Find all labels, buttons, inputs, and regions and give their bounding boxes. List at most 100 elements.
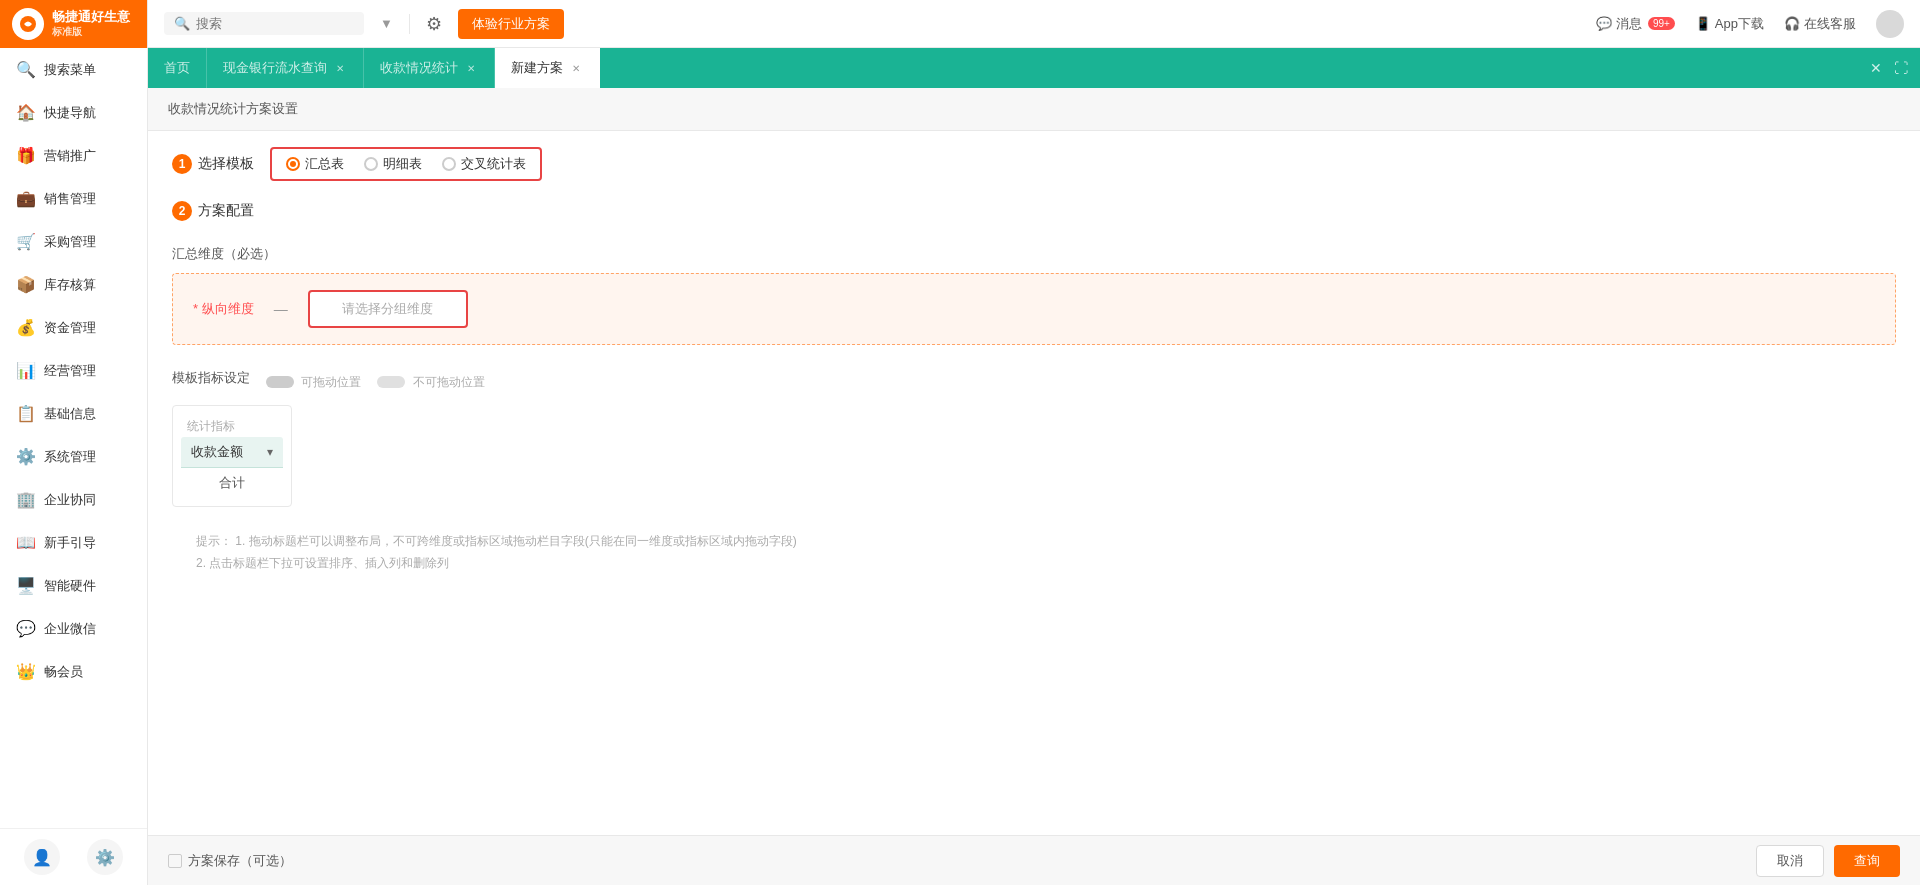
sidebar-item-purchase[interactable]: 🛒 采购管理 <box>0 220 147 263</box>
trial-industry-button[interactable]: 体验行业方案 <box>458 9 564 39</box>
bottom-bar: 方案保存（可选） 取消 查询 <box>148 835 1920 885</box>
sidebar-item-finance[interactable]: 💰 资金管理 <box>0 306 147 349</box>
app-download-item[interactable]: 📱 App下载 <box>1695 15 1764 33</box>
search-input[interactable] <box>196 16 346 31</box>
logo-icon <box>12 8 44 40</box>
tab-collection-stat[interactable]: 收款情况统计 ✕ <box>364 48 495 88</box>
radio-detail-circle <box>364 157 378 171</box>
page-content-area: 收款情况统计方案设置 1 选择模板 汇总表 明细表 <box>148 88 1920 885</box>
tab-new-plan[interactable]: 新建方案 ✕ <box>495 48 600 88</box>
metrics-tag-dropdown-icon: ▾ <box>267 445 273 459</box>
topbar-right: 💬 消息 99+ 📱 App下载 🎧 在线客服 <box>1596 10 1904 38</box>
cancel-button[interactable]: 取消 <box>1756 845 1824 877</box>
bottom-actions: 取消 查询 <box>1756 845 1900 877</box>
metrics-stats-label: 统计指标 <box>181 414 283 437</box>
sidebar-item-operation[interactable]: 📊 经营管理 <box>0 349 147 392</box>
notification-icon: 💬 <box>1596 16 1612 31</box>
step2-section: 2 方案配置 汇总维度（必选） * 纵向维度 — 请选择分组维度 <box>148 201 1920 602</box>
finance-icon: 💰 <box>16 318 36 337</box>
sidebar-item-base-info[interactable]: 📋 基础信息 <box>0 392 147 435</box>
step1-badge: 1 <box>172 154 192 174</box>
user-avatar[interactable] <box>1876 10 1904 38</box>
step2-badge: 2 <box>172 201 192 221</box>
tab-close-bank-flow[interactable]: ✕ <box>333 61 347 75</box>
system-icon: ⚙️ <box>16 447 36 466</box>
tab-home[interactable]: 首页 <box>148 48 207 88</box>
sidebar-nav: 🔍 搜索菜单 🏠 快捷导航 🎁 营销推广 💼 销售管理 🛒 采购管理 📦 库存核… <box>0 48 147 828</box>
sales-icon: 💼 <box>16 189 36 208</box>
tab-close-all-icon[interactable]: ✕ <box>1870 60 1882 76</box>
dimension-area: 汇总维度（必选） * 纵向维度 — 请选择分组维度 <box>172 233 1896 357</box>
app-logo: 畅捷通好生意 标准版 <box>0 0 147 48</box>
sidebar-item-hardware[interactable]: 🖥️ 智能硬件 <box>0 564 147 607</box>
sidebar-footer: 👤 ⚙️ <box>0 828 147 885</box>
guide-icon: 📖 <box>16 533 36 552</box>
purchase-icon: 🛒 <box>16 232 36 251</box>
sidebar-item-wechat[interactable]: 💬 企业微信 <box>0 607 147 650</box>
dimension-title: 汇总维度（必选） <box>172 245 1896 263</box>
main-area: 🔍 ▼ ⚙ 体验行业方案 💬 消息 99+ 📱 App下载 🎧 在线客服 <box>148 0 1920 885</box>
sidebar-item-quick-nav[interactable]: 🏠 快捷导航 <box>0 91 147 134</box>
online-service-item[interactable]: 🎧 在线客服 <box>1784 15 1856 33</box>
tabbar: 首页 现金银行流水查询 ✕ 收款情况统计 ✕ 新建方案 ✕ ✕ ⛶ <box>148 48 1920 88</box>
page-content: 收款情况统计方案设置 1 选择模板 汇总表 明细表 <box>148 88 1920 835</box>
topbar-dropdown-icon[interactable]: ▼ <box>380 16 393 31</box>
radio-detail[interactable]: 明细表 <box>364 155 422 173</box>
radio-summary-circle <box>286 157 300 171</box>
gift-icon: 🎁 <box>16 146 36 165</box>
arrow-icon: — <box>274 301 288 317</box>
save-option[interactable]: 方案保存（可选） <box>168 852 292 870</box>
metrics-header-row: 模板指标设定 可拖动位置 不可拖动位置 <box>172 369 1896 395</box>
sidebar-footer-user[interactable]: 👤 <box>24 839 60 875</box>
sidebar-item-enterprise[interactable]: 🏢 企业协同 <box>0 478 147 521</box>
radio-cross-circle <box>442 157 456 171</box>
hardware-icon: 🖥️ <box>16 576 36 595</box>
base-info-icon: 📋 <box>16 404 36 423</box>
sidebar-item-guide[interactable]: 📖 新手引导 <box>0 521 147 564</box>
tab-close-new-plan[interactable]: ✕ <box>569 61 583 75</box>
inventory-icon: 📦 <box>16 275 36 294</box>
non-draggable-indicator: 不可拖动位置 <box>377 374 484 391</box>
tip-1: 提示： 1. 拖动标题栏可以调整布局，不可跨维度或指标区域拖动栏目字段(只能在同… <box>196 531 1872 553</box>
topbar: 🔍 ▼ ⚙ 体验行业方案 💬 消息 99+ 📱 App下载 🎧 在线客服 <box>148 0 1920 48</box>
sidebar-item-system[interactable]: ⚙️ 系统管理 <box>0 435 147 478</box>
metrics-tag-header[interactable]: 收款金额 ▾ <box>181 437 283 468</box>
metrics-tag-sub: 合计 <box>181 468 283 498</box>
wechat-icon: 💬 <box>16 619 36 638</box>
sidebar-footer-settings[interactable]: ⚙️ <box>87 839 123 875</box>
member-icon: 👑 <box>16 662 36 681</box>
sidebar-item-search-menu[interactable]: 🔍 搜索菜单 <box>0 48 147 91</box>
radio-group-template: 汇总表 明细表 交叉统计表 <box>270 147 542 181</box>
operation-icon: 📊 <box>16 361 36 380</box>
settings-gear-icon[interactable]: ⚙ <box>426 13 442 35</box>
step2-header: 2 方案配置 <box>172 201 1896 221</box>
radio-cross[interactable]: 交叉统计表 <box>442 155 526 173</box>
app-download-icon: 📱 <box>1695 16 1711 31</box>
step1-section: 1 选择模板 汇总表 明细表 交叉统计表 <box>148 131 1920 201</box>
sidebar-item-sales[interactable]: 💼 销售管理 <box>0 177 147 220</box>
tip-2: 2. 点击标题栏下拉可设置排序、插入列和删除列 <box>196 553 1872 575</box>
save-checkbox[interactable] <box>168 854 182 868</box>
sidebar: 畅捷通好生意 标准版 🔍 搜索菜单 🏠 快捷导航 🎁 营销推广 💼 销售管理 🛒… <box>0 0 148 885</box>
sidebar-item-marketing[interactable]: 🎁 营销推广 <box>0 134 147 177</box>
draggable-indicator: 可拖动位置 <box>266 374 361 391</box>
dimension-field-label: * 纵向维度 <box>193 300 254 318</box>
search-icon: 🔍 <box>174 16 190 31</box>
home-icon: 🏠 <box>16 103 36 122</box>
breadcrumb: 收款情况统计方案设置 <box>148 88 1920 131</box>
radio-summary[interactable]: 汇总表 <box>286 155 344 173</box>
metrics-tags-container: 统计指标 收款金额 ▾ 合计 <box>172 405 292 507</box>
enterprise-icon: 🏢 <box>16 490 36 509</box>
tab-expand-icon[interactable]: ⛶ <box>1894 60 1908 76</box>
tab-close-collection-stat[interactable]: ✕ <box>464 61 478 75</box>
sidebar-item-member[interactable]: 👑 畅会员 <box>0 650 147 693</box>
step1-row: 1 选择模板 汇总表 明细表 交叉统计表 <box>172 147 1896 181</box>
tabbar-actions: ✕ ⛶ <box>1858 48 1920 88</box>
dimension-drop-box[interactable]: 请选择分组维度 <box>308 290 468 328</box>
tab-bank-flow[interactable]: 现金银行流水查询 ✕ <box>207 48 364 88</box>
topbar-search-container[interactable]: 🔍 <box>164 12 364 35</box>
query-button[interactable]: 查询 <box>1834 845 1900 877</box>
step1-label: 选择模板 <box>198 155 254 173</box>
notification-item[interactable]: 💬 消息 99+ <box>1596 15 1675 33</box>
sidebar-item-inventory[interactable]: 📦 库存核算 <box>0 263 147 306</box>
